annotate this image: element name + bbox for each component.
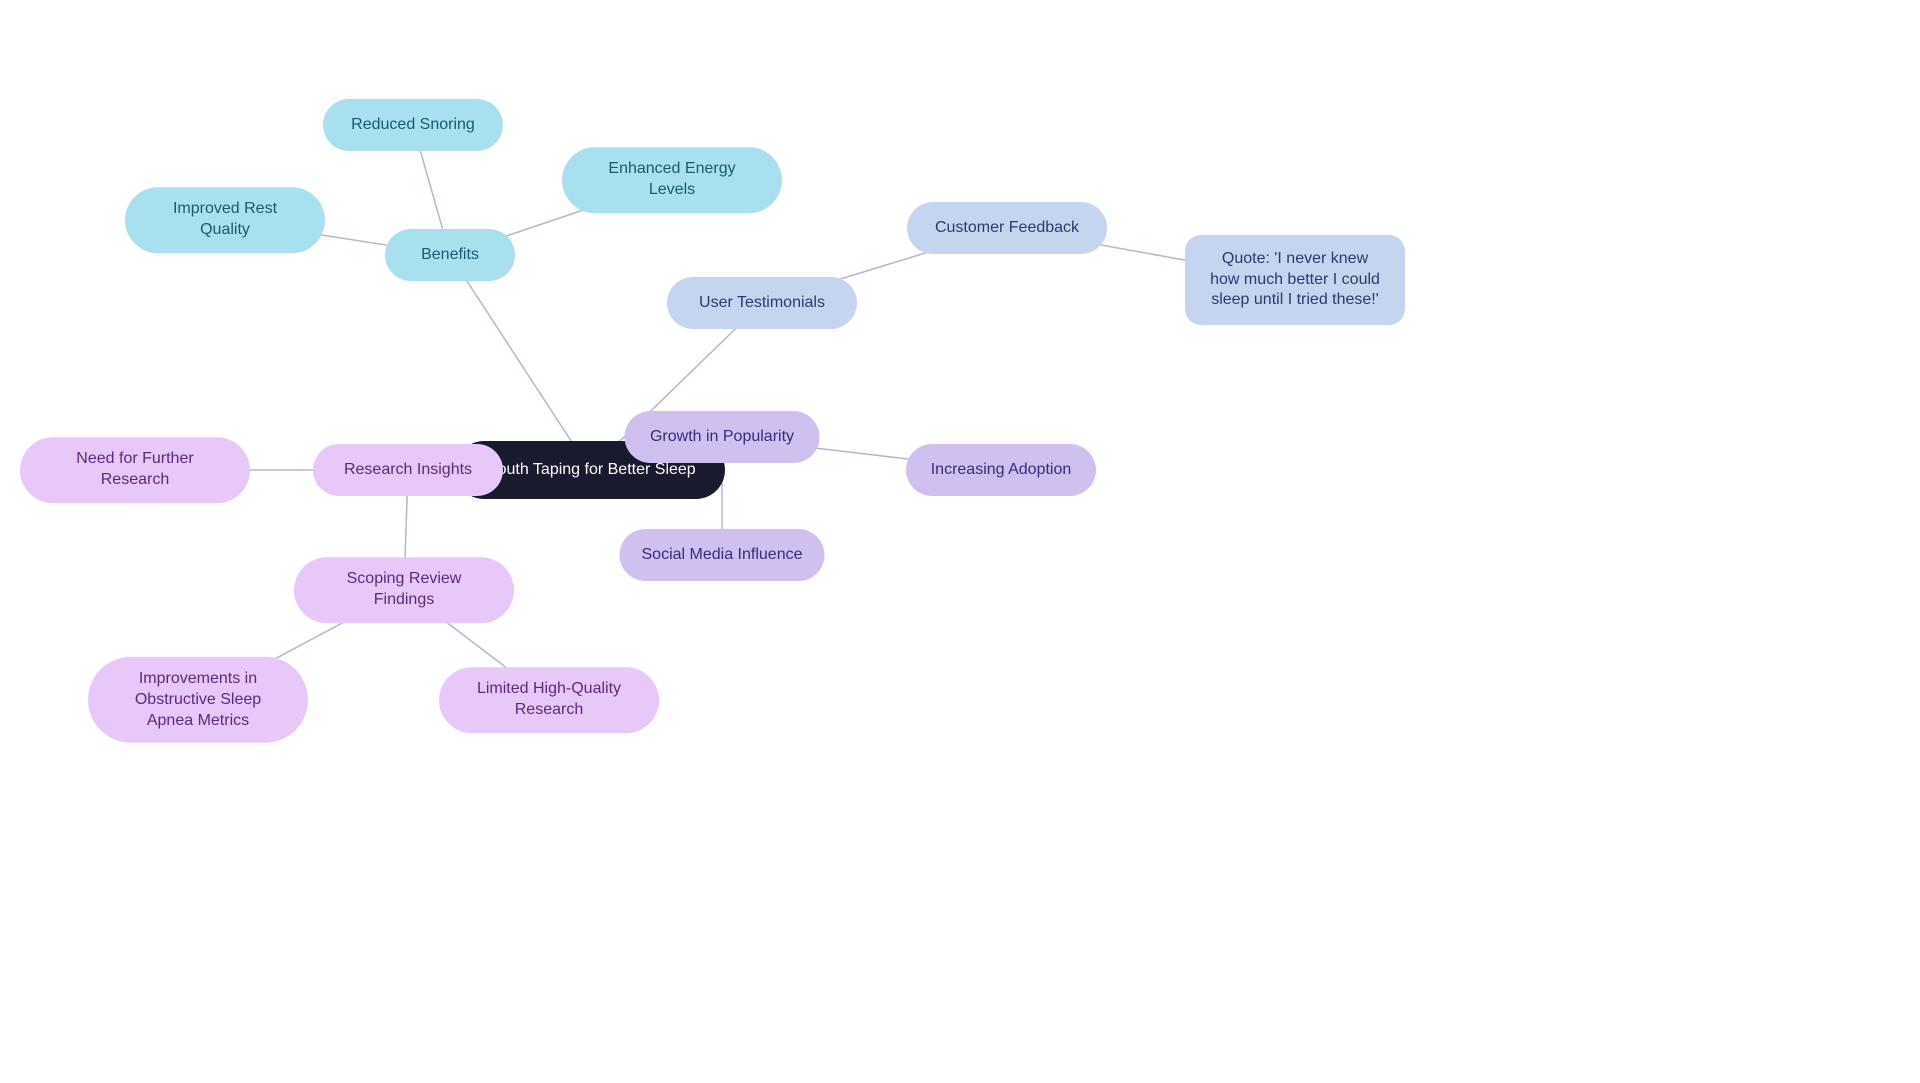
node-social_media[interactable]: Social Media Influence <box>620 529 825 581</box>
node-limited_research[interactable]: Limited High-Quality Research <box>439 667 659 733</box>
node-label-scoping_review: Scoping Review Findings <box>312 567 496 613</box>
node-label-improvements_osa: Improvements in Obstructive Sleep Apnea … <box>106 667 290 733</box>
node-reduced_snoring[interactable]: Reduced Snoring <box>323 99 503 151</box>
node-label-limited_research: Limited High-Quality Research <box>457 677 641 723</box>
node-improvements_osa[interactable]: Improvements in Obstructive Sleep Apnea … <box>88 657 308 743</box>
node-label-research_insights: Research Insights <box>340 458 476 483</box>
node-label-enhanced_energy: Enhanced Energy Levels <box>580 157 764 203</box>
node-research_insights[interactable]: Research Insights <box>313 444 503 496</box>
connections-svg <box>0 0 1920 1083</box>
node-customer_feedback[interactable]: Customer Feedback <box>907 202 1107 254</box>
node-increasing_adoption[interactable]: Increasing Adoption <box>906 444 1096 496</box>
node-user_testimonials[interactable]: User Testimonials <box>667 277 857 329</box>
node-label-growth_popularity: Growth in Popularity <box>646 425 798 450</box>
node-label-reduced_snoring: Reduced Snoring <box>347 113 479 138</box>
node-need_further_research[interactable]: Need for Further Research <box>20 437 250 503</box>
node-growth_popularity[interactable]: Growth in Popularity <box>625 411 820 463</box>
node-label-quote: Quote: 'I never knew how much better I c… <box>1203 247 1387 313</box>
node-label-benefits: Benefits <box>417 243 483 268</box>
node-quote[interactable]: Quote: 'I never knew how much better I c… <box>1185 235 1405 325</box>
node-label-increasing_adoption: Increasing Adoption <box>927 458 1076 483</box>
node-scoping_review[interactable]: Scoping Review Findings <box>294 557 514 623</box>
node-improved_rest[interactable]: Improved Rest Quality <box>125 187 325 253</box>
mindmap-container: Mouth Taping for Better SleepBenefitsRed… <box>0 0 1920 1083</box>
node-label-improved_rest: Improved Rest Quality <box>143 197 307 243</box>
node-label-user_testimonials: User Testimonials <box>695 291 829 316</box>
node-benefits[interactable]: Benefits <box>385 229 515 281</box>
node-label-social_media: Social Media Influence <box>638 543 807 568</box>
node-label-need_further_research: Need for Further Research <box>38 447 232 493</box>
node-label-customer_feedback: Customer Feedback <box>931 216 1083 241</box>
node-enhanced_energy[interactable]: Enhanced Energy Levels <box>562 147 782 213</box>
